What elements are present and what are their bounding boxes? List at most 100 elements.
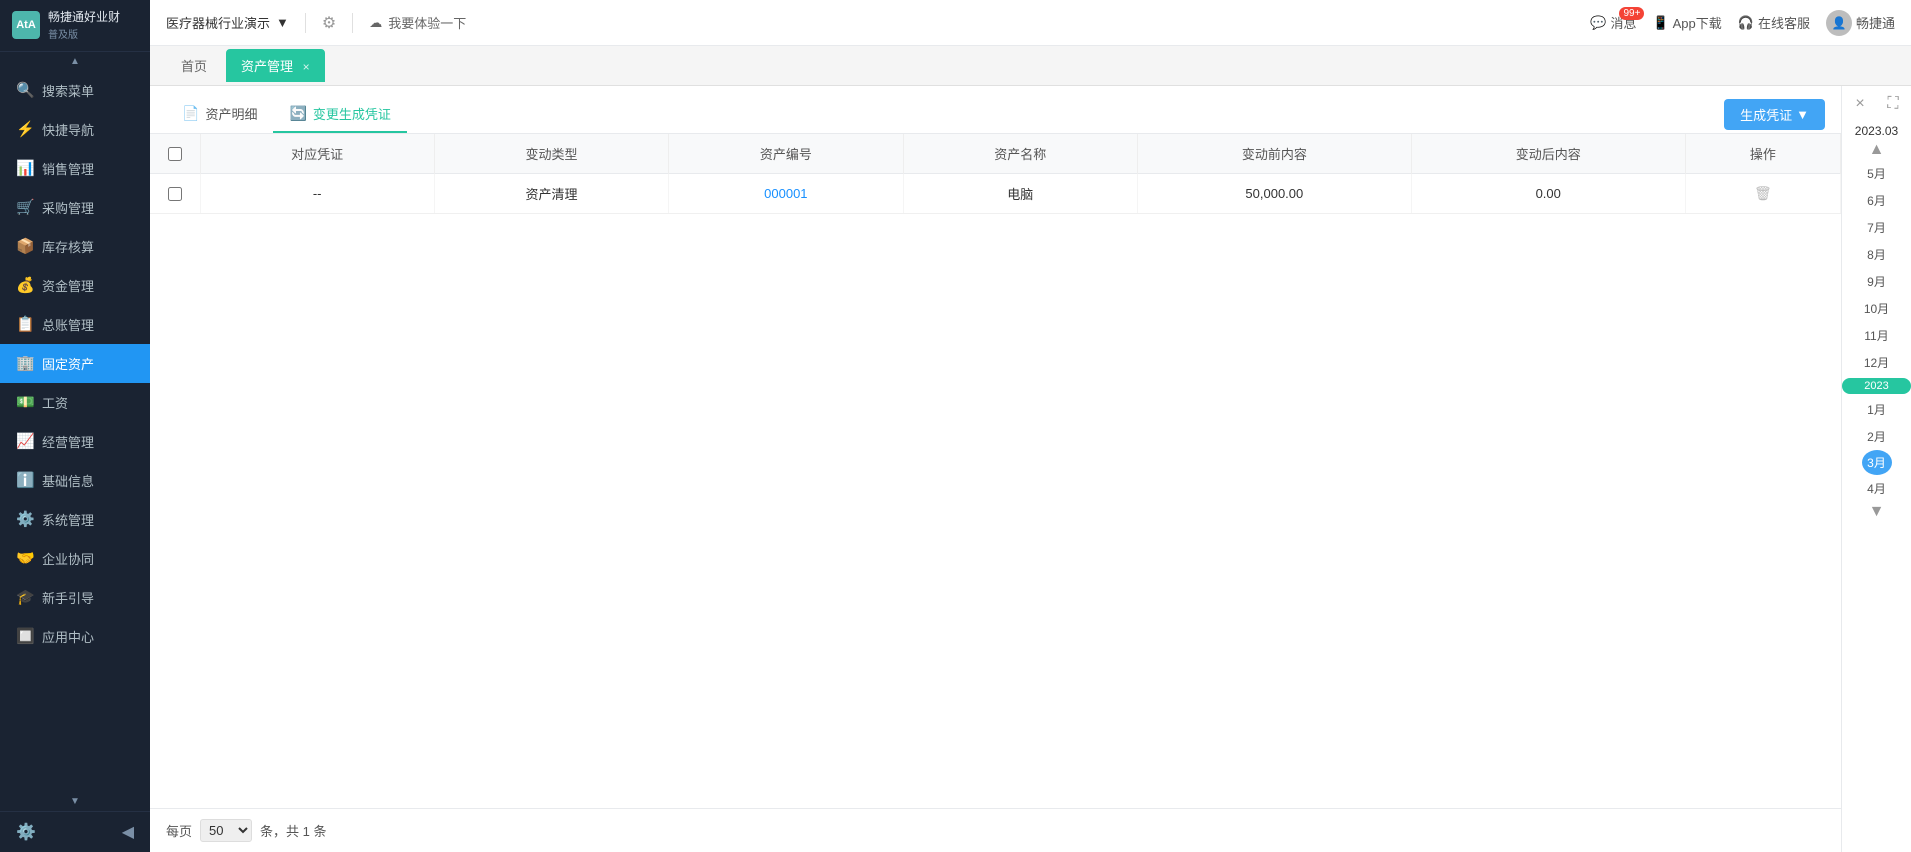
col-asset-no: 资产编号 (669, 134, 903, 174)
main-area: 医疗器械行业演示 ▼ ⚙ ☁ 我要体验一下 💬 消息 99+ 📱 App下载 🎧… (150, 0, 1911, 852)
generate-voucher-btn[interactable]: 生成凭证 ▼ (1724, 99, 1825, 130)
cell-voucher: -- (200, 174, 434, 214)
delete-icon[interactable]: 🗑 (1754, 185, 1772, 201)
sidebar-item-finance[interactable]: 💰资金管理 (0, 266, 150, 305)
sidebar-nav: 🔍搜索菜单⚡快捷导航📊销售管理🛒采购管理 📦 库存核算 💰资金管理📋总账管理🏢固定资产… (0, 71, 150, 792)
tab-asset-label: 资产管理 (241, 59, 293, 74)
sidebar-footer: ⚙️ ◀ (0, 811, 150, 852)
panel-month-5月[interactable]: 5月 (1864, 160, 1889, 187)
panel-month-11月[interactable]: 11月 (1864, 322, 1889, 349)
sidebar-item-search[interactable]: 🔍搜索菜单 (0, 71, 150, 110)
panel-month-9月[interactable]: 9月 (1864, 268, 1889, 295)
user-btn[interactable]: 👤 畅捷通 (1826, 10, 1895, 36)
sidebar-item-operations[interactable]: 📈经营管理 (0, 422, 150, 461)
service-icon: 🎧 (1738, 15, 1754, 31)
service-btn[interactable]: 🎧 在线客服 (1738, 13, 1810, 32)
row-select-checkbox[interactable] (168, 187, 182, 201)
user-icon: 👤 (1832, 16, 1847, 30)
basic-info-icon: ℹ️ (16, 471, 34, 489)
sidebar-item-sales[interactable]: 📊销售管理 (0, 149, 150, 188)
app-download-btn[interactable]: 📱 App下载 (1652, 13, 1721, 32)
change-voucher-icon: 🔄 (289, 105, 306, 122)
sidebar-label-basic-info: 基础信息 (42, 471, 94, 490)
col-after: 变动后内容 (1411, 134, 1685, 174)
col-before: 变动前内容 (1137, 134, 1411, 174)
sidebar-item-enterprise[interactable]: 🤝 企业协同 (0, 539, 150, 578)
subtab-asset-detail[interactable]: 📄 资产明细 (166, 96, 273, 133)
panel-month-4月[interactable]: 4月 (1862, 475, 1892, 502)
pagination: 每页 102050100 条，共 1 条 (150, 808, 1841, 852)
col-change-type: 变动类型 (434, 134, 668, 174)
user-label: 畅捷通 (1856, 13, 1895, 32)
panel-year-badge[interactable]: 2023 (1842, 378, 1911, 394)
sidebar-item-system[interactable]: ⚙️ 系统管理 (0, 500, 150, 539)
message-btn[interactable]: 💬 消息 99+ (1590, 13, 1636, 32)
settings-icon[interactable]: ⚙️ (16, 822, 36, 842)
sales-icon: 📊 (16, 159, 34, 177)
sidebar-item-guide[interactable]: 🎓新手引导 (0, 578, 150, 617)
sidebar-item-basic-info[interactable]: ℹ️ 基础信息 (0, 461, 150, 500)
panel-month-12月[interactable]: 12月 (1864, 349, 1889, 376)
panel-month-6月[interactable]: 6月 (1864, 187, 1889, 214)
search-icon: 🔍 (16, 81, 34, 99)
per-page-select[interactable]: 102050100 (200, 819, 252, 842)
sidebar-label-system: 系统管理 (42, 510, 94, 529)
tab-asset-management[interactable]: 资产管理 × (226, 49, 325, 82)
experience-label: 我要体验一下 (388, 13, 466, 32)
ledger-icon: 📋 (16, 315, 34, 333)
sidebar-item-purchase[interactable]: 🛒采购管理 (0, 188, 150, 227)
experience-btn[interactable]: ☁ 我要体验一下 (369, 13, 466, 32)
company-dropdown-icon: ▼ (276, 15, 289, 30)
subtabs: 📄 资产明细 🔄 变更生成凭证 生成凭证 ▼ (150, 86, 1841, 134)
company-selector[interactable]: 医疗器械行业演示 ▼ (166, 13, 289, 32)
sidebar-item-fixed-assets[interactable]: 🏢固定资产 (0, 344, 150, 383)
topbar-divider2 (352, 13, 353, 33)
panel-month-10月[interactable]: 10月 (1864, 295, 1889, 322)
sidebar-label-enterprise: 企业协同 (42, 549, 94, 568)
collapse-icon[interactable]: ◀ (122, 822, 134, 842)
panel-nav-down[interactable]: ▼ (1867, 502, 1887, 522)
tab-home[interactable]: 首页 (166, 49, 222, 82)
panel-month-8月[interactable]: 8月 (1864, 241, 1889, 268)
table-container: 对应凭证 变动类型 资产编号 资产名称 变动前内容 变动后内容 操作 -- (150, 134, 1841, 808)
inventory-icon: 📦 (16, 237, 34, 255)
service-label: 在线客服 (1758, 13, 1810, 32)
panel-expand-btn[interactable]: ⛶ (1883, 94, 1903, 114)
select-all-checkbox[interactable] (168, 147, 182, 161)
subtab-change-voucher[interactable]: 🔄 变更生成凭证 (273, 96, 406, 133)
tab-close-icon[interactable]: × (303, 60, 310, 74)
finance-icon: 💰 (16, 276, 34, 294)
sidebar-scroll-down[interactable]: ▼ (0, 792, 150, 811)
topbar-settings-icon[interactable]: ⚙ (322, 13, 336, 33)
asset-table: 对应凭证 变动类型 资产编号 资产名称 变动前内容 变动后内容 操作 -- (150, 134, 1841, 214)
sidebar-item-app-center[interactable]: 🔲应用中心 (0, 617, 150, 656)
panel-close-btn[interactable]: × (1850, 94, 1870, 114)
topbar: 医疗器械行业演示 ▼ ⚙ ☁ 我要体验一下 💬 消息 99+ 📱 App下载 🎧… (150, 0, 1911, 46)
sidebar-scroll-up[interactable]: ▲ (0, 52, 150, 71)
subtab-asset-detail-label: 资产明细 (205, 104, 257, 123)
message-badge: 99+ (1619, 7, 1644, 20)
asset-detail-icon: 📄 (182, 105, 199, 122)
right-panel: × ⛶ 2023.03 ▲ 5月6月7月8月9月10月11月12月 2023 1… (1841, 86, 1911, 852)
sidebar-item-ledger[interactable]: 📋总账管理 (0, 305, 150, 344)
sidebar-item-quick-nav[interactable]: ⚡快捷导航 (0, 110, 150, 149)
panel-month-2月[interactable]: 2月 (1862, 423, 1892, 450)
sidebar-label-inventory: 库存核算 (42, 237, 94, 256)
sidebar-label-quick-nav: 快捷导航 (42, 120, 94, 139)
sidebar-app-subtitle: 普及版 (48, 26, 120, 41)
enterprise-icon: 🤝 (16, 549, 34, 567)
topbar-right: 💬 消息 99+ 📱 App下载 🎧 在线客服 👤 畅捷通 (1590, 10, 1895, 36)
panel-month-3月[interactable]: 3月 (1862, 450, 1892, 475)
sidebar-label-fixed-assets: 固定资产 (42, 354, 94, 373)
sidebar-header: AtA 畅捷通好业财 普及版 (0, 0, 150, 52)
panel-month-1月[interactable]: 1月 (1862, 396, 1892, 423)
purchase-icon: 🛒 (16, 198, 34, 216)
cell-asset-name: 电脑 (903, 174, 1137, 214)
sidebar-label-app-center: 应用中心 (42, 627, 94, 646)
panel-header-controls: × ⛶ (1842, 90, 1911, 118)
panel-nav-up[interactable]: ▲ (1867, 140, 1887, 160)
sidebar-item-salary[interactable]: 💵工资 (0, 383, 150, 422)
system-icon: ⚙️ (16, 510, 34, 528)
panel-month-7月[interactable]: 7月 (1864, 214, 1889, 241)
sidebar-item-inventory[interactable]: 📦 库存核算 (0, 227, 150, 266)
